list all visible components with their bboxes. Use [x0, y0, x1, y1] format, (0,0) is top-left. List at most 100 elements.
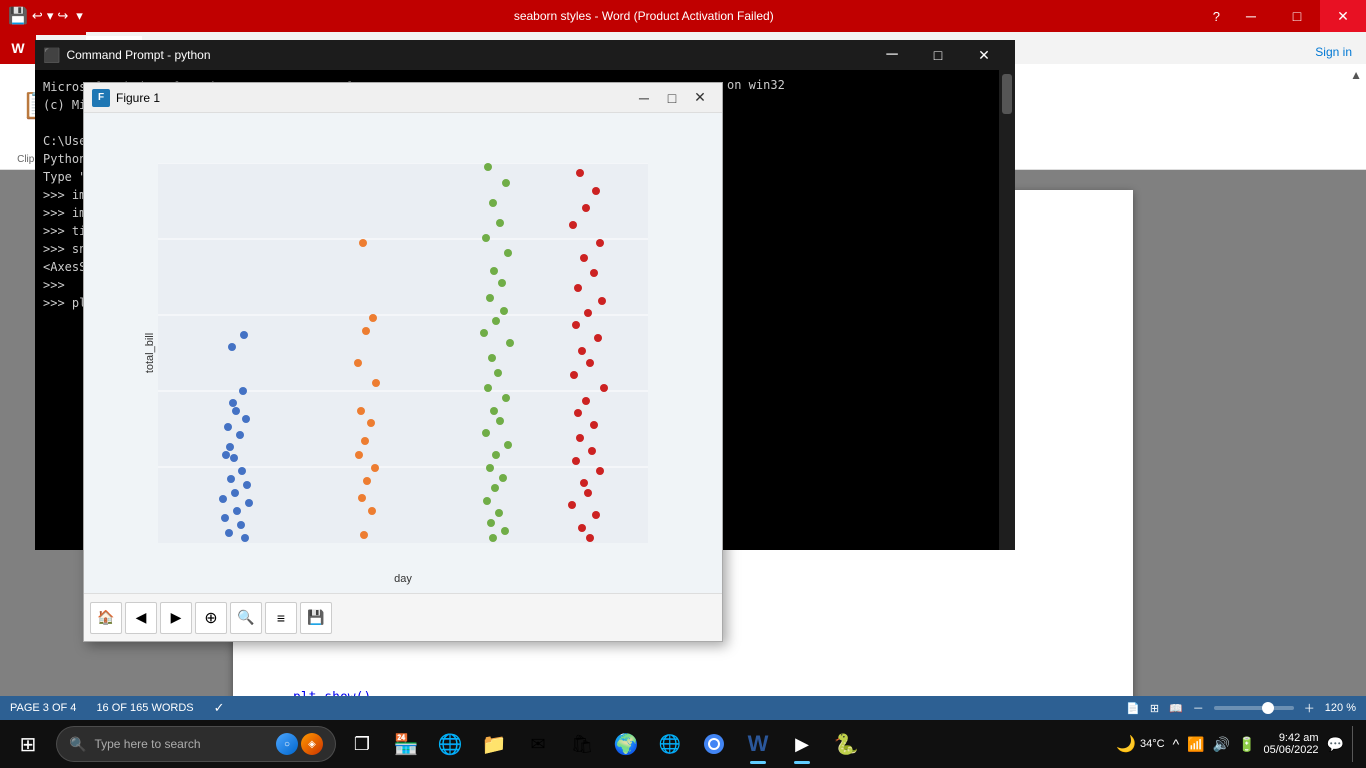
toolbar-search-button[interactable]: 🔍: [230, 602, 262, 634]
taskbar-app-edge[interactable]: 🌐: [428, 722, 472, 766]
figure-close-button[interactable]: ✕: [686, 85, 714, 111]
sign-in-link[interactable]: Sign in: [1301, 40, 1366, 64]
store-icon: 🏪: [394, 732, 419, 757]
undo-dropdown-icon[interactable]: ▾: [47, 8, 54, 24]
cmd-taskbar-icon: ▶: [795, 734, 809, 755]
x-axis-label: day: [394, 573, 412, 585]
redo-icon[interactable]: ↪: [55, 6, 70, 26]
browser1-icon: 🌍: [614, 732, 639, 757]
ribbon-collapse-button[interactable]: ▲: [1350, 68, 1362, 82]
cmd-scrollbar[interactable]: [999, 70, 1015, 550]
search-placeholder-text: Type here to search: [94, 737, 200, 751]
search-extra-symbol: ◈: [308, 739, 316, 750]
show-desktop-button[interactable]: [1352, 726, 1358, 762]
zoom-level: 120 %: [1325, 702, 1356, 714]
network-icon[interactable]: 📶: [1187, 736, 1204, 753]
restore-button[interactable]: □: [1274, 0, 1320, 32]
figure-toolbar: 🏠 ◀ ▶ ⊕ 🔍 ≡ 💾: [84, 593, 722, 641]
zoom-in-icon[interactable]: ＋: [1304, 700, 1315, 716]
figure-restore-button[interactable]: □: [658, 85, 686, 111]
figure-window: F Figure 1 ─ □ ✕ total_bill day: [83, 82, 723, 642]
taskbar-app-mail[interactable]: ✉: [516, 722, 560, 766]
close-button[interactable]: ✕: [1320, 0, 1366, 32]
clock-widget[interactable]: 9:42 am 05/06/2022: [1264, 732, 1319, 756]
cmd-right-content: on win32: [719, 70, 999, 550]
search-bar[interactable]: 🔍 Type here to search ○ ◈: [56, 726, 336, 762]
mail-icon: ✉: [530, 734, 545, 755]
taskbar-app-msstore[interactable]: 🛍: [560, 722, 604, 766]
taskview-icon: ❐: [354, 734, 370, 755]
title-bar: 💾 ↩ ▾ ↪ ▾ seaborn styles - Word (Product…: [0, 0, 1366, 32]
plot-container: total_bill day 10 20 30 40 50 Th: [84, 113, 722, 593]
system-tray: 🌙 34°C ^ 📶 🔊 🔋 9:42 am 05/06/2022 💬: [1116, 726, 1366, 762]
start-button[interactable]: ⊞: [0, 720, 56, 768]
chevron-up-icon[interactable]: ^: [1173, 736, 1180, 752]
weather-icon: 🌙: [1116, 734, 1136, 754]
cmd-close-button[interactable]: ✕: [961, 40, 1007, 70]
view-web-icon[interactable]: ⊞: [1150, 702, 1159, 715]
taskbar-app-python[interactable]: 🐍: [824, 722, 868, 766]
taskbar-app-cmd[interactable]: ▶: [780, 722, 824, 766]
word-taskbar-icon: W: [748, 731, 769, 757]
zoom-slider[interactable]: [1214, 706, 1294, 710]
figure-app-icon: F: [92, 89, 110, 107]
browser2-icon: 🌐: [659, 734, 681, 755]
cortana-icon: ○: [276, 733, 298, 755]
cmd-active-indicator: [794, 761, 810, 764]
view-print-icon[interactable]: 📄: [1126, 702, 1140, 715]
edge-icon: 🌐: [438, 732, 463, 757]
toolbar-zoom-button[interactable]: ⊕: [195, 602, 227, 634]
cortana-symbol: ○: [284, 739, 290, 750]
quick-access-toolbar: 💾 ↩ ▾ ↪ ▾: [0, 6, 83, 26]
plot-inner: total_bill day 10 20 30 40 50 Th: [158, 163, 648, 543]
weather-widget[interactable]: 🌙 34°C: [1116, 734, 1165, 754]
cmd-icon: ⬛: [43, 47, 60, 64]
toolbar-config-button[interactable]: ≡: [265, 602, 297, 634]
battery-icon[interactable]: 🔋: [1238, 736, 1255, 753]
plot-svg: 10 20 30 40 50 Thur Fri Sat Sun: [158, 163, 648, 543]
figure-title-bar: F Figure 1 ─ □ ✕: [84, 83, 722, 113]
cmd-minimize-button[interactable]: ─: [869, 40, 915, 70]
chrome-icon: [702, 732, 726, 756]
search-magnifier-icon: 🔍: [69, 736, 86, 753]
clock-time: 9:42 am: [1264, 732, 1319, 744]
cmd-window-controls: ─ □ ✕: [869, 40, 1007, 70]
zoom-out-icon[interactable]: －: [1193, 700, 1204, 716]
figure-minimize-button[interactable]: ─: [630, 85, 658, 111]
notification-icon[interactable]: 💬: [1327, 736, 1344, 753]
active-indicator: [750, 761, 766, 764]
search-extra-icon: ◈: [301, 733, 323, 755]
taskbar-app-word[interactable]: W: [736, 722, 780, 766]
undo-icon[interactable]: ↩: [30, 6, 45, 26]
toolbar-save-button[interactable]: 💾: [300, 602, 332, 634]
taskbar-app-explorer[interactable]: 📁: [472, 722, 516, 766]
figure-window-controls: ─ □ ✕: [630, 85, 714, 111]
toolbar-forward-button[interactable]: ▶: [160, 602, 192, 634]
help-icon[interactable]: ?: [1205, 9, 1228, 24]
status-right: 📄 ⊞ 📖 － ＋ 120 %: [1126, 700, 1356, 716]
volume-icon[interactable]: 🔊: [1213, 736, 1230, 753]
taskbar: ⊞ 🔍 Type here to search ○ ◈ ❐ 🏪 🌐 📁: [0, 720, 1366, 768]
word-count: 16 OF 165 WORDS: [96, 702, 193, 714]
taskbar-app-browser1[interactable]: 🌍: [604, 722, 648, 766]
minimize-button[interactable]: ─: [1228, 0, 1274, 32]
taskbar-app-browser2[interactable]: 🌐: [648, 722, 692, 766]
cmd-right-text: on win32: [727, 78, 991, 92]
word-app-icon[interactable]: W: [0, 32, 36, 64]
taskview-button[interactable]: ❐: [340, 722, 384, 766]
search-right-icons: ○ ◈: [276, 733, 323, 755]
window-title: seaborn styles - Word (Product Activatio…: [83, 9, 1205, 23]
toolbar-back-button[interactable]: ◀: [125, 602, 157, 634]
python-taskbar-icon: 🐍: [834, 732, 859, 757]
figure-title: Figure 1: [116, 91, 630, 105]
proofing-icon[interactable]: ✓: [214, 700, 225, 716]
cmd-title: Command Prompt - python: [66, 48, 869, 62]
taskbar-app-chrome[interactable]: [692, 722, 736, 766]
cmd-restore-button[interactable]: □: [915, 40, 961, 70]
taskbar-app-store[interactable]: 🏪: [384, 722, 428, 766]
save-icon[interactable]: 💾: [8, 6, 28, 26]
explorer-icon: 📁: [482, 732, 507, 757]
toolbar-home-button[interactable]: 🏠: [90, 602, 122, 634]
view-read-icon[interactable]: 📖: [1169, 702, 1183, 715]
page-info: PAGE 3 OF 4: [10, 702, 76, 714]
